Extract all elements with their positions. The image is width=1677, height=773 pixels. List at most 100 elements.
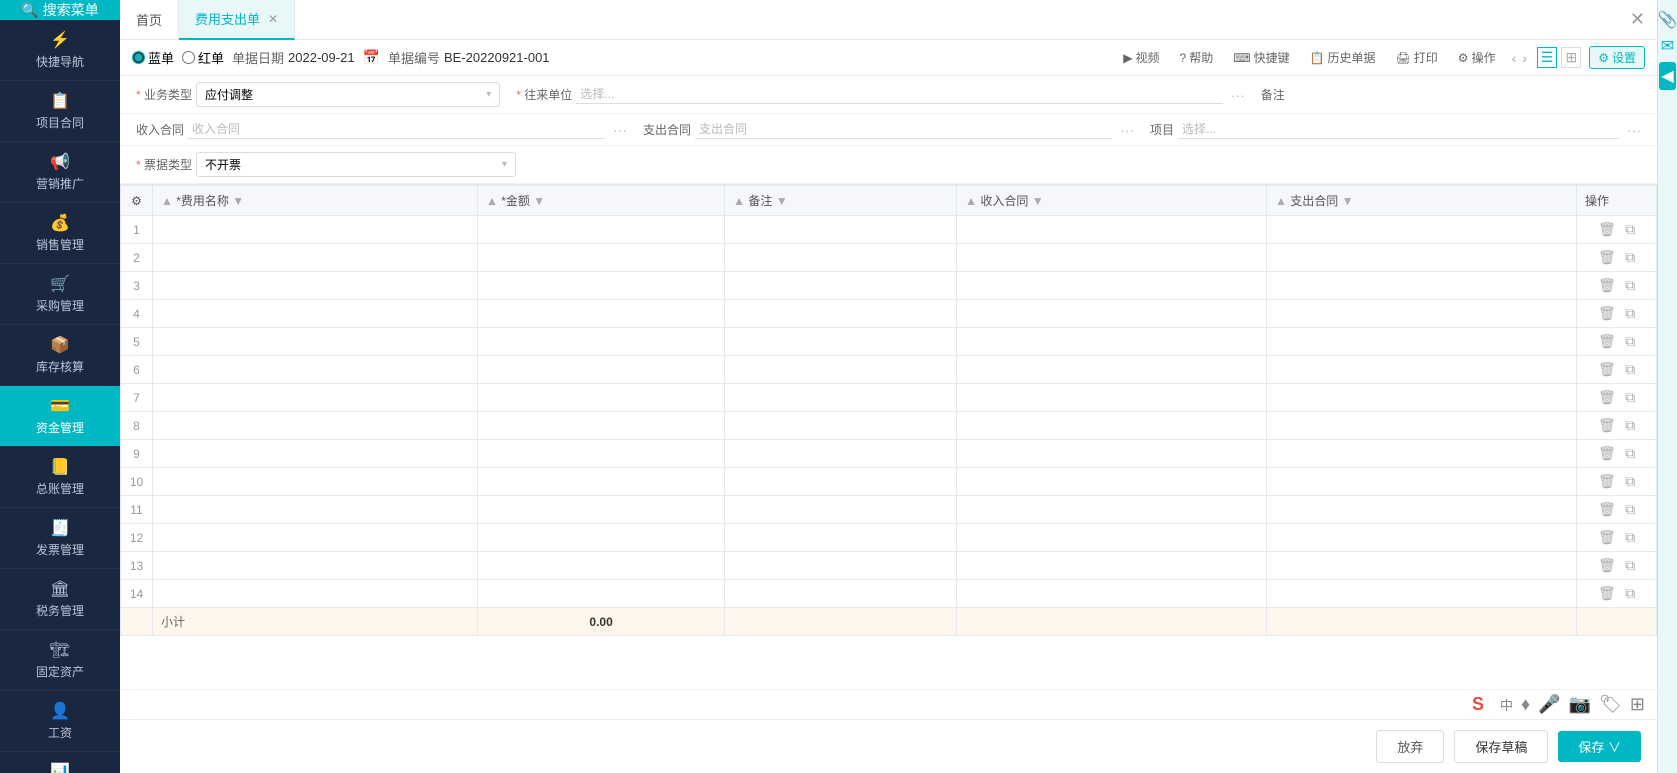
amount-cell[interactable] xyxy=(478,580,725,608)
income-contract-cell[interactable] xyxy=(957,384,1267,412)
amount-cell[interactable] xyxy=(478,496,725,524)
amount-cell[interactable] xyxy=(478,328,725,356)
expense-contract-cell[interactable] xyxy=(1267,328,1577,356)
bottom-icon-mic[interactable]: 🎤 xyxy=(1538,694,1560,715)
expense-contract-cell[interactable] xyxy=(1267,244,1577,272)
copy-row-icon[interactable]: ⧉ xyxy=(1625,221,1635,237)
expense-name-cell[interactable] xyxy=(153,468,478,496)
attachment-icon[interactable]: 📎 xyxy=(1658,10,1677,30)
radio-blue[interactable]: 蓝单 xyxy=(132,48,174,67)
sidebar-item-sales[interactable]: 💰 销售管理 xyxy=(0,203,120,264)
income-contract-cell[interactable] xyxy=(957,356,1267,384)
sidebar-item-tax[interactable]: 🏛 税务管理 xyxy=(0,569,120,630)
expense-contract-dots[interactable]: ··· xyxy=(1120,122,1134,138)
radio-red[interactable]: 红单 xyxy=(182,48,224,67)
copy-row-icon[interactable]: ⧉ xyxy=(1625,333,1635,349)
expand-panel-icon[interactable]: ◀ xyxy=(1659,62,1675,90)
amount-cell[interactable] xyxy=(478,272,725,300)
expense-name-cell[interactable] xyxy=(153,524,478,552)
copy-row-icon[interactable]: ⧉ xyxy=(1625,417,1635,433)
income-contract-cell[interactable] xyxy=(957,524,1267,552)
income-contract-cell[interactable] xyxy=(957,552,1267,580)
amount-cell[interactable] xyxy=(478,384,725,412)
income-contract-input[interactable] xyxy=(188,120,605,139)
help-button[interactable]: ? 帮助 xyxy=(1174,47,1220,68)
bottom-icon-camera[interactable]: 📷 xyxy=(1569,694,1591,715)
expense-contract-cell[interactable] xyxy=(1267,524,1577,552)
income-contract-cell[interactable] xyxy=(957,216,1267,244)
sidebar-item-marketing[interactable]: 📢 营销推广 xyxy=(0,142,120,203)
delete-row-icon[interactable]: 🗑 xyxy=(1598,417,1616,433)
expense-name-cell[interactable] xyxy=(153,552,478,580)
expense-contract-cell[interactable] xyxy=(1267,272,1577,300)
copy-row-icon[interactable]: ⧉ xyxy=(1625,305,1635,321)
tab-expense-form[interactable]: 费用支出单 ✕ xyxy=(179,0,295,40)
sort-icon-up[interactable]: ▲ xyxy=(486,194,498,208)
amount-cell[interactable] xyxy=(478,440,725,468)
remark-cell[interactable] xyxy=(725,524,957,552)
delete-row-icon[interactable]: 🗑 xyxy=(1598,389,1616,405)
remark-cell[interactable] xyxy=(725,552,957,580)
partner-input[interactable] xyxy=(576,85,1222,104)
sidebar-item-invoice[interactable]: 🧾 发票管理 xyxy=(0,508,120,569)
remark-cell[interactable] xyxy=(725,216,957,244)
shortcut-button[interactable]: ⌨ 快捷键 xyxy=(1227,47,1295,68)
amount-cell[interactable] xyxy=(478,356,725,384)
radio-blue-input[interactable] xyxy=(132,51,145,64)
sidebar-item-inventory[interactable]: 📦 库存核算 xyxy=(0,325,120,386)
sidebar-item-purchase[interactable]: 🛒 采购管理 xyxy=(0,264,120,325)
delete-row-icon[interactable]: 🗑 xyxy=(1598,249,1616,265)
amount-cell[interactable] xyxy=(478,216,725,244)
remark-cell[interactable] xyxy=(725,300,957,328)
nav-next-button[interactable]: › xyxy=(1520,50,1529,66)
expense-contract-input[interactable] xyxy=(695,120,1112,139)
sort-icon-down[interactable]: ▼ xyxy=(1032,194,1044,208)
copy-row-icon[interactable]: ⧉ xyxy=(1625,557,1635,573)
remark-cell[interactable] xyxy=(725,384,957,412)
video-button[interactable]: ▶ 视频 xyxy=(1117,47,1165,68)
copy-row-icon[interactable]: ⧉ xyxy=(1625,361,1635,377)
sidebar-item-ledger[interactable]: 📒 总账管理 xyxy=(0,447,120,508)
copy-row-icon[interactable]: ⧉ xyxy=(1625,249,1635,265)
expense-name-cell[interactable] xyxy=(153,384,478,412)
save-button[interactable]: 保存 ∨ xyxy=(1558,731,1641,762)
sort-icon-down[interactable]: ▼ xyxy=(533,194,545,208)
remark-cell[interactable] xyxy=(725,328,957,356)
amount-cell[interactable] xyxy=(478,468,725,496)
list-view-button[interactable]: ☰ xyxy=(1537,47,1558,68)
income-contract-cell[interactable] xyxy=(957,244,1267,272)
sort-icon-up[interactable]: ▲ xyxy=(965,194,977,208)
discard-button[interactable]: 放弃 xyxy=(1376,730,1444,763)
income-contract-cell[interactable] xyxy=(957,328,1267,356)
amount-cell[interactable] xyxy=(478,412,725,440)
remark-cell[interactable] xyxy=(725,272,957,300)
expense-contract-cell[interactable] xyxy=(1267,300,1577,328)
income-contract-cell[interactable] xyxy=(957,272,1267,300)
delete-row-icon[interactable]: 🗑 xyxy=(1598,361,1616,377)
expense-name-cell[interactable] xyxy=(153,496,478,524)
remark-cell[interactable] xyxy=(725,412,957,440)
sort-icon-down[interactable]: ▼ xyxy=(776,194,788,208)
expense-name-cell[interactable] xyxy=(153,272,478,300)
income-contract-cell[interactable] xyxy=(957,468,1267,496)
delete-row-icon[interactable]: 🗑 xyxy=(1598,529,1616,545)
invoice-type-select[interactable]: 不开票 ▾ xyxy=(196,152,516,177)
sidebar-item-operations[interactable]: 📊 经营管理 xyxy=(0,752,120,773)
expense-contract-cell[interactable] xyxy=(1267,496,1577,524)
tab-close-icon[interactable]: ✕ xyxy=(268,12,278,26)
sort-icon-down[interactable]: ▼ xyxy=(1342,194,1354,208)
expense-name-cell[interactable] xyxy=(153,244,478,272)
biz-type-select[interactable]: 应付调整 ▾ xyxy=(196,82,500,107)
income-contract-cell[interactable] xyxy=(957,496,1267,524)
copy-row-icon[interactable]: ⧉ xyxy=(1625,473,1635,489)
expense-contract-cell[interactable] xyxy=(1267,216,1577,244)
amount-cell[interactable] xyxy=(478,524,725,552)
expense-contract-cell[interactable] xyxy=(1267,440,1577,468)
bottom-icon-diamond[interactable]: ♦ xyxy=(1521,694,1530,715)
expense-contract-cell[interactable] xyxy=(1267,384,1577,412)
remark-cell[interactable] xyxy=(725,468,957,496)
delete-row-icon[interactable]: 🗑 xyxy=(1598,305,1616,321)
copy-row-icon[interactable]: ⧉ xyxy=(1625,585,1635,601)
remark-cell[interactable] xyxy=(725,356,957,384)
nav-prev-button[interactable]: ‹ xyxy=(1510,50,1519,66)
